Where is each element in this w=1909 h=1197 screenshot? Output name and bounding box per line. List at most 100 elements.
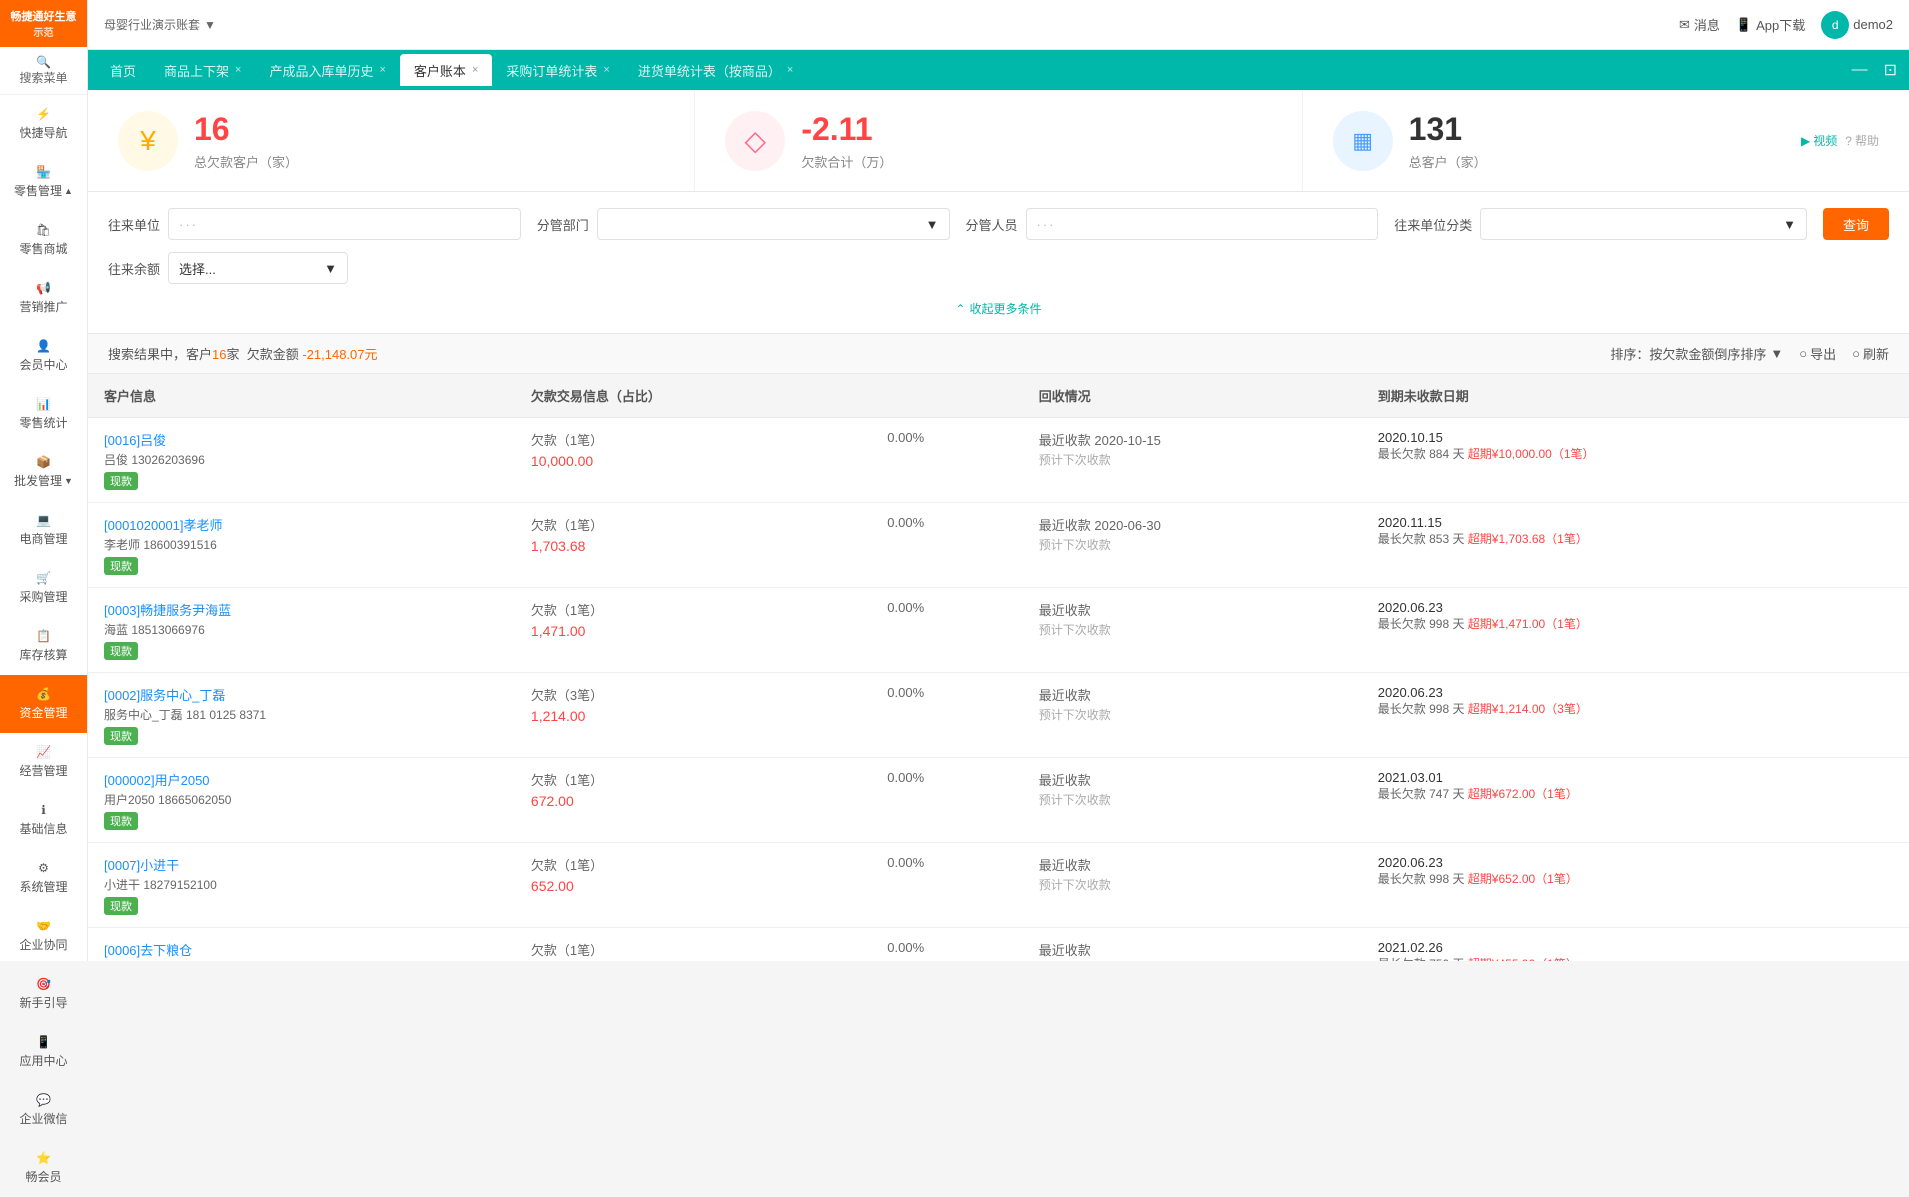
filter-input-person[interactable]: ··· (1026, 208, 1379, 240)
marketing-icon: 📢 (36, 281, 51, 295)
overdue-link[interactable]: 超期¥1,703.68（1笔） (1468, 532, 1588, 546)
sidebar-item-wechat[interactable]: 💬 企业微信 (0, 1081, 87, 1139)
stat-card-right-actions: ▶ 视频 ? 帮助 (1801, 132, 1879, 149)
tab-minimize-btn[interactable]: — (1848, 61, 1872, 79)
wholesale-icon: 📦 (36, 455, 51, 469)
sidebar-item-retail-stats[interactable]: 📊 零售统计 (0, 385, 87, 443)
app-download-btn[interactable]: 📱 App下载 (1736, 15, 1805, 34)
sidebar-item-purchase[interactable]: 🛒 采购管理 (0, 559, 87, 617)
tab-customer-account[interactable]: 客户账本 × (400, 54, 492, 86)
tab-close-icon[interactable]: × (472, 64, 478, 76)
overdue-days: 最长欠款 853 天 超期¥1,703.68（1笔） (1378, 530, 1893, 547)
sidebar-item-wholesale[interactable]: 📦 批发管理 ▼ (0, 443, 87, 501)
tab-purchase-stats[interactable]: 采购订单统计表 × (492, 54, 623, 86)
customer-name-link[interactable]: [0006]去下粮仓 (104, 940, 499, 959)
refresh-btn[interactable]: ○ 刷新 (1852, 344, 1889, 363)
sort-select[interactable]: 排序：按欠款金额倒序排序 ▼ (1610, 344, 1783, 363)
cell-collection: 最近收款 预计下次收款 (1023, 843, 1362, 928)
customer-name-link[interactable]: [0003]畅捷服务尹海蓝 (104, 600, 499, 619)
sidebar-item-member-vip[interactable]: ⭐ 畅会员 (0, 1139, 87, 1197)
table-row: [0006]去下粮仓 陈小帅 现款 欠款（1笔） 455.90 0.00% 最近… (88, 928, 1909, 961)
sidebar-item-basic-info[interactable]: ℹ 基础信息 (0, 791, 87, 849)
sidebar-item-marketing[interactable]: 📢 营销推广 (0, 269, 87, 327)
refresh-icon: ○ (1852, 346, 1860, 361)
sidebar-item-finance[interactable]: 💰 资金管理 (0, 675, 87, 733)
sidebar-item-app-center[interactable]: 📱 应用中心 (0, 1023, 87, 1081)
table-row: [000002]用户2050 用户2050 18665062050 现款 欠款（… (88, 758, 1909, 843)
tab-home[interactable]: 首页 (96, 54, 150, 86)
sidebar-item-member[interactable]: 👤 会员中心 (0, 327, 87, 385)
tab-product-shelf[interactable]: 商品上下架 × (150, 54, 255, 86)
col-debt-percent (871, 374, 1022, 418)
tab-close-icon[interactable]: × (603, 64, 609, 76)
filter-select-balance[interactable]: 选择... ▼ (168, 252, 348, 284)
cell-customer-info: [0003]畅捷服务尹海蓝 海蓝 18513066976 现款 (88, 588, 515, 673)
sidebar-item-enterprise[interactable]: 🤝 企业协同 (0, 907, 87, 965)
sidebar-item-quick-nav[interactable]: ⚡ 快捷导航 (0, 95, 87, 153)
customer-name-link[interactable]: [000002]用户2050 (104, 770, 499, 789)
collapse-row: ⌃ 收起更多条件 (108, 296, 1889, 325)
export-btn[interactable]: ○ 导出 (1799, 344, 1836, 363)
debt-amount: 1,214.00 (531, 708, 855, 724)
search-button[interactable]: 查询 (1823, 208, 1889, 240)
message-btn[interactable]: ✉ 消息 (1679, 15, 1720, 34)
sidebar-item-search[interactable]: 🔍 搜索菜单 (0, 47, 87, 95)
overdue-link[interactable]: 超期¥1,471.00（1笔） (1468, 617, 1588, 631)
overdue-link[interactable]: 超期¥455.90（1笔） (1468, 957, 1578, 961)
filter-select-dept[interactable]: ▼ (597, 208, 950, 240)
overdue-link[interactable]: 超期¥10,000.00（1笔） (1468, 447, 1595, 461)
customer-name-link[interactable]: [0002]服务中心_丁磊 (104, 685, 499, 704)
company-select[interactable]: 母婴行业演示账套 ▼ (104, 16, 216, 33)
cell-collection: 最近收款 2020-06-30 预计下次收款 (1023, 503, 1362, 588)
username-label: demo2 (1853, 17, 1893, 32)
overdue-link[interactable]: 超期¥652.00（1笔） (1468, 872, 1578, 886)
filter-item-category: 往来单位分类 ▼ (1394, 208, 1807, 240)
table-wrapper: 客户信息 欠款交易信息（占比） 回收情况 到期未收款日期 [0016]吕俊 吕俊… (88, 374, 1909, 961)
sidebar-item-ecommerce[interactable]: 💻 电商管理 (0, 501, 87, 559)
collapse-button[interactable]: ⌃ 收起更多条件 (108, 300, 1889, 317)
sidebar-item-inventory[interactable]: 📋 库存核算 (0, 617, 87, 675)
debt-count: 欠款（1笔） (531, 855, 855, 874)
customer-tag: 现款 (104, 897, 138, 915)
tab-inbound-stats[interactable]: 进货单统计表（按商品） × (624, 54, 807, 86)
debt-count: 欠款（3笔） (531, 685, 855, 704)
customer-name-link[interactable]: [0001020001]孝老师 (104, 515, 499, 534)
filter-row-1: 往来单位 ··· 分管部门 ▼ 分管人员 (108, 208, 1889, 240)
overdue-link[interactable]: 超期¥672.00（1笔） (1468, 787, 1578, 801)
sidebar-item-system[interactable]: ⚙ 系统管理 (0, 849, 87, 907)
tab-production-history[interactable]: 产成品入库单历史 × (255, 54, 399, 86)
sidebar-item-retail-mall[interactable]: 🛍 零售商城 (0, 211, 87, 269)
col-debt-info: 欠款交易信息（占比） (515, 374, 871, 418)
customer-tag: 现款 (104, 812, 138, 830)
sidebar-item-retail-mgmt[interactable]: 🏪 零售管理 ▲ (0, 153, 87, 211)
filter-label-person: 分管人员 (966, 215, 1018, 234)
collection-next: 预计下次收款 (1039, 706, 1346, 723)
dept-arrow-icon: ▼ (926, 217, 939, 232)
overdue-link[interactable]: 超期¥1,214.00（3笔） (1468, 702, 1588, 716)
cell-due-date: 2020.06.23 最长欠款 998 天 超期¥1,214.00（3笔） (1362, 673, 1909, 758)
customer-phone: 小进干 18279152100 (104, 876, 499, 893)
debt-amount: 1,471.00 (531, 623, 855, 639)
stat-icon-debt: ◇ (725, 111, 785, 171)
user-avatar-btn[interactable]: d demo2 (1821, 11, 1893, 39)
results-bar: 搜索结果中，客户16家 欠款金额 -21,148.07元 排序：按欠款金额倒序排… (88, 334, 1909, 374)
filter-input-customer[interactable]: ··· (168, 208, 521, 240)
cell-debt-info: 欠款（1笔） 455.90 (515, 928, 871, 961)
filter-select-category[interactable]: ▼ (1480, 208, 1807, 240)
help-label: 帮助 (1855, 132, 1879, 149)
retail-mall-icon: 🛍 (36, 223, 51, 237)
tab-maximize-btn[interactable]: ⊡ (1880, 60, 1901, 80)
help-btn[interactable]: ? 帮助 (1845, 132, 1879, 149)
sidebar-item-newbie[interactable]: 🎯 新手引导 (0, 965, 87, 1023)
customer-name-link[interactable]: [0007]小进干 (104, 855, 499, 874)
company-arrow-icon: ▼ (204, 18, 216, 32)
debt-percent: 0.00% (887, 515, 924, 530)
debt-total: -21,148.07元 (302, 347, 377, 362)
tab-close-icon[interactable]: × (379, 64, 385, 76)
customer-phone: 吕俊 13026203696 (104, 451, 499, 468)
tab-close-icon[interactable]: × (235, 64, 241, 76)
tab-close-icon[interactable]: × (787, 64, 793, 76)
customer-name-link[interactable]: [0016]吕俊 (104, 430, 499, 449)
video-btn[interactable]: ▶ 视频 (1801, 132, 1837, 149)
sidebar-item-operations[interactable]: 📈 经营管理 (0, 733, 87, 791)
